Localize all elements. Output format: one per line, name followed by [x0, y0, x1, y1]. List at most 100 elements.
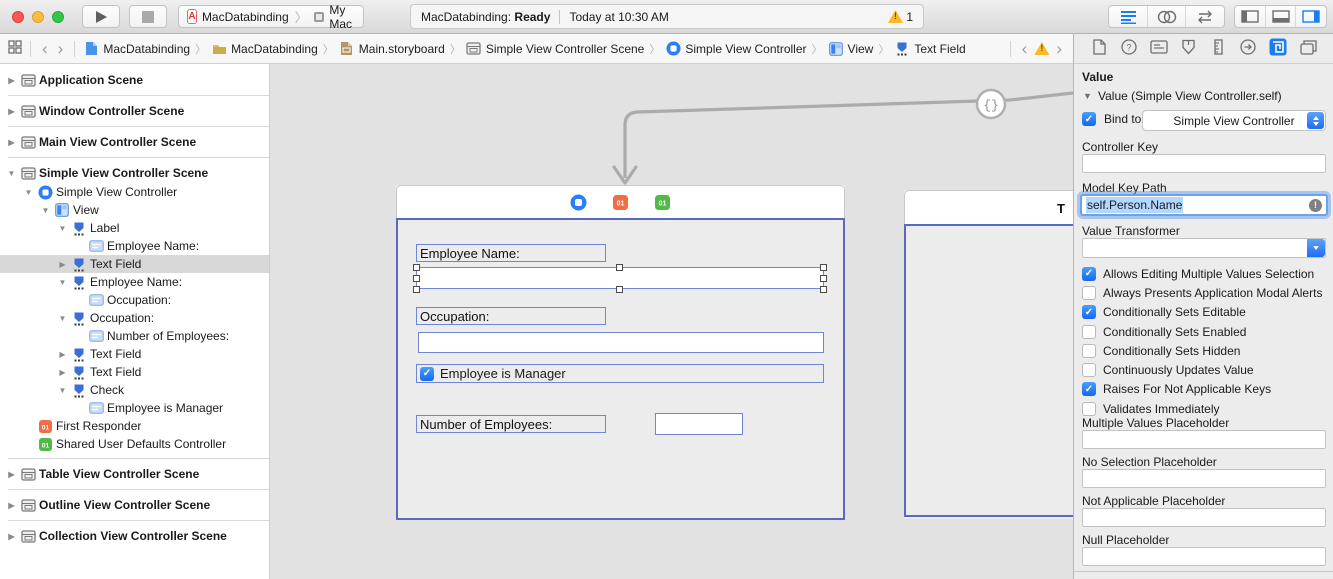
standard-editor-button[interactable]: [1109, 6, 1147, 27]
disclosure-closed-icon[interactable]: ▶: [57, 350, 68, 359]
disclosure-open-icon[interactable]: ▼: [6, 169, 17, 178]
disclosure-closed-icon[interactable]: ▶: [6, 532, 17, 541]
outline-row-number-of-employees[interactable]: Number of Employees:: [0, 327, 269, 345]
outline-row-label[interactable]: ▼ Label: [0, 219, 269, 237]
disclosure-closed-icon[interactable]: ▶: [57, 260, 68, 269]
tab-view-effects-inspector[interactable]: [1296, 37, 1320, 61]
outline-row-shared-user-defaults-controller[interactable]: 01 Shared User Defaults Controller: [0, 435, 269, 453]
disclosure-closed-icon[interactable]: ▶: [6, 501, 17, 510]
tab-identity-inspector[interactable]: [1147, 37, 1171, 61]
outline-row-text-field[interactable]: ▶ Text Field: [0, 345, 269, 363]
outline-row-text-field[interactable]: ▶ Text Field: [0, 363, 269, 381]
controller-key-field[interactable]: [1082, 154, 1326, 173]
previous-issue-button[interactable]: ‹: [1017, 40, 1033, 57]
assistant-editor-button[interactable]: [1147, 6, 1185, 27]
next-issue-button[interactable]: ›: [1051, 40, 1067, 57]
simple-view-controller-scene[interactable]: 01 01 Employee Name: Occupation: ✓ Emplo…: [396, 185, 845, 520]
disclosure-closed-icon[interactable]: ▶: [6, 470, 17, 479]
resize-handle[interactable]: [413, 286, 420, 293]
num-employees-text-field[interactable]: [655, 413, 743, 435]
related-items-button[interactable]: [6, 40, 24, 57]
resize-handle[interactable]: [820, 286, 827, 293]
resize-handle[interactable]: [413, 264, 420, 271]
outline-row-outline-view-controller-scene[interactable]: ▶ Outline View Controller Scene: [0, 495, 269, 515]
tab-bindings-inspector[interactable]: [1266, 37, 1290, 61]
minimize-window-icon[interactable]: [32, 11, 44, 23]
checkbox-checked-icon[interactable]: ✓: [1082, 266, 1096, 281]
go-forward-button[interactable]: ›: [53, 40, 69, 57]
value-binding-row[interactable]: ▼ Value (Simple View Controller.self): [1082, 89, 1282, 103]
view-controller-icon[interactable]: [570, 194, 587, 211]
disclosure-triangle-icon[interactable]: ▼: [1082, 91, 1093, 101]
checkbox-unchecked-icon[interactable]: [1082, 401, 1096, 416]
outline-row-window-controller-scene[interactable]: ▶ Window Controller Scene: [0, 101, 269, 121]
checkbox-unchecked-icon[interactable]: [1082, 324, 1096, 339]
outline-row-simple-view-controller[interactable]: ▼ Simple View Controller: [0, 183, 269, 201]
tab-attributes-inspector[interactable]: [1177, 37, 1201, 61]
first-responder-icon[interactable]: 01: [612, 194, 629, 211]
outline-row-employee-name[interactable]: Employee Name:: [0, 237, 269, 255]
outline-row-check[interactable]: ▼ Check: [0, 381, 269, 399]
bind-to-popup[interactable]: Simple View Controller: [1142, 110, 1326, 131]
outline-row-application-scene[interactable]: ▶ Application Scene: [0, 70, 269, 90]
zoom-window-icon[interactable]: [52, 11, 64, 23]
manager-checkbox-icon[interactable]: ✓: [420, 366, 434, 381]
disclosure-closed-icon[interactable]: ▶: [6, 138, 17, 147]
outline-row-collection-view-controller-scene[interactable]: ▶ Collection View Controller Scene: [0, 526, 269, 546]
breadcrumb-item[interactable]: Main.storyboard: [337, 41, 447, 57]
breadcrumb-item[interactable]: Text Field: [892, 41, 967, 57]
outline-row-employee-is-manager[interactable]: Employee is Manager: [0, 399, 269, 417]
disclosure-open-icon[interactable]: ▼: [57, 314, 68, 323]
close-window-icon[interactable]: [12, 11, 24, 23]
breadcrumb-item[interactable]: View: [826, 41, 876, 57]
model-key-path-field[interactable]: self.Person.Name !: [1080, 194, 1328, 216]
disclosure-open-icon[interactable]: ▼: [57, 278, 68, 287]
placeholder-field[interactable]: [1082, 508, 1326, 527]
employee-name-label[interactable]: Employee Name:: [416, 244, 606, 262]
outline-row-first-responder[interactable]: 01 First Responder: [0, 417, 269, 435]
disclosure-closed-icon[interactable]: ▶: [6, 76, 17, 85]
breadcrumb-item[interactable]: MacDatabinding: [81, 41, 192, 57]
manager-checkbox-row[interactable]: ✓ Employee is Manager: [416, 364, 824, 383]
resize-handle[interactable]: [413, 275, 420, 282]
placeholder-field[interactable]: [1082, 430, 1326, 449]
outline-row-table-view-controller-scene[interactable]: ▶ Table View Controller Scene: [0, 464, 269, 484]
breadcrumb-item[interactable]: MacDatabinding: [209, 41, 320, 57]
disclosure-open-icon[interactable]: ▼: [57, 224, 68, 233]
resize-handle[interactable]: [820, 275, 827, 282]
scene2-root-view[interactable]: [904, 224, 1073, 517]
placeholder-field[interactable]: [1082, 469, 1326, 488]
outline-row-employee-name[interactable]: ▼ Employee Name:: [0, 273, 269, 291]
version-editor-button[interactable]: [1185, 6, 1223, 27]
outline-row-simple-view-controller-scene[interactable]: ▼ Simple View Controller Scene: [0, 163, 269, 183]
disclosure-open-icon[interactable]: ▼: [40, 206, 51, 215]
placeholder-field[interactable]: [1082, 547, 1326, 566]
num-employees-label[interactable]: Number of Employees:: [416, 415, 606, 433]
occupation-label[interactable]: Occupation:: [416, 307, 606, 325]
resize-handle[interactable]: [616, 264, 623, 271]
breadcrumb-item[interactable]: Simple View Controller Scene: [464, 41, 647, 57]
resize-handle[interactable]: [820, 264, 827, 271]
scheme-selector[interactable]: A MacDatabinding 〉 My Mac: [178, 3, 364, 31]
outline-row-occupation[interactable]: Occupation:: [0, 291, 269, 309]
outline-row-occupation[interactable]: ▼ Occupation:: [0, 309, 269, 327]
tab-file-inspector[interactable]: [1087, 37, 1111, 61]
disclosure-open-icon[interactable]: ▼: [57, 386, 68, 395]
tab-connections-inspector[interactable]: [1236, 37, 1260, 61]
outline-row-view[interactable]: ▼ View: [0, 201, 269, 219]
tab-size-inspector[interactable]: [1206, 37, 1230, 61]
tab-quick-help-inspector[interactable]: ?: [1117, 37, 1141, 61]
checkbox-unchecked-icon[interactable]: [1082, 343, 1096, 358]
checkbox-unchecked-icon[interactable]: [1082, 285, 1096, 300]
navigator-toggle-button[interactable]: [1235, 6, 1265, 27]
run-button[interactable]: [82, 5, 120, 28]
go-back-button[interactable]: ‹: [37, 40, 53, 57]
breadcrumb-item[interactable]: Simple View Controller: [663, 41, 808, 57]
resize-handle[interactable]: [616, 286, 623, 293]
inspector-toggle-button[interactable]: [1295, 6, 1325, 27]
warning-icon[interactable]: [887, 10, 903, 23]
key-path-issue-icon[interactable]: !: [1309, 198, 1322, 212]
disclosure-closed-icon[interactable]: ▶: [57, 368, 68, 377]
warning-count[interactable]: 1: [906, 10, 913, 24]
checkbox-checked-icon[interactable]: ✓: [1082, 305, 1096, 320]
